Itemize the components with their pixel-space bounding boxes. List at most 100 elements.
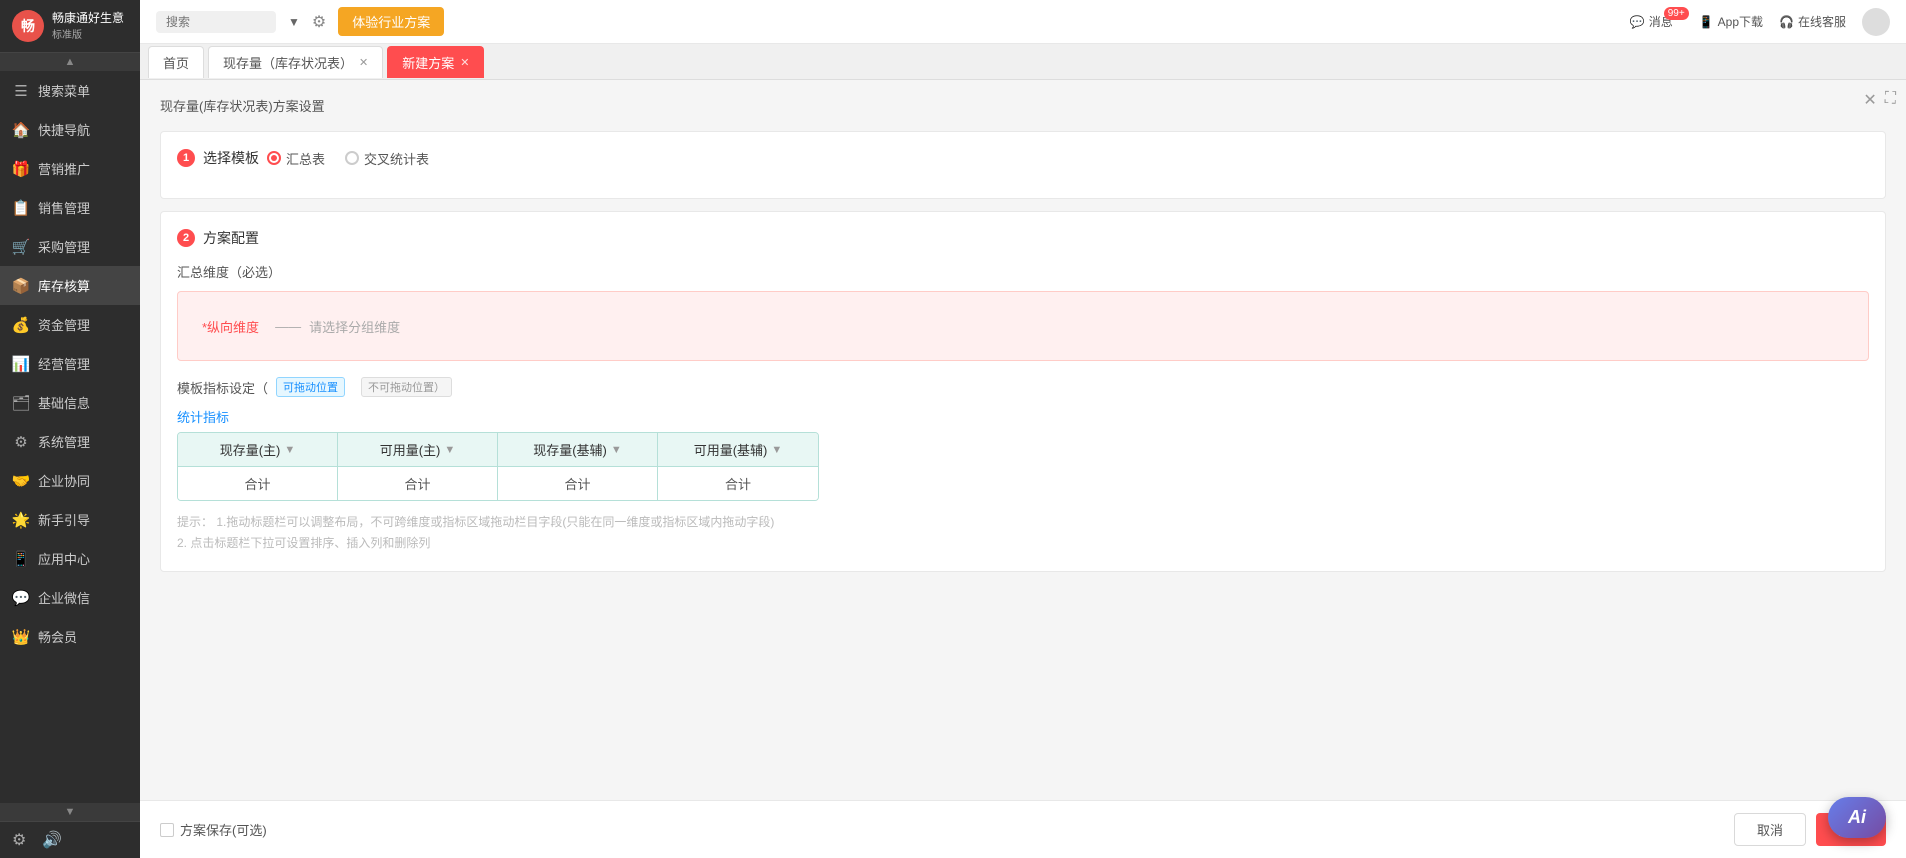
inventory-icon: 📦 (12, 277, 30, 295)
hint-1: 提示： 1.拖动标题栏可以调整布局，不可跨维度或指标区域拖动栏目字段(只能在同一… (177, 513, 1869, 530)
sidebar-item-label: 基础信息 (38, 393, 90, 412)
sidebar-item-search-menu[interactable]: ☰ 搜索菜单 (0, 71, 140, 110)
hints-section: 提示： 1.拖动标题栏可以调整布局，不可跨维度或指标区域拖动栏目字段(只能在同一… (177, 513, 1869, 551)
radio-cross-label: 交叉统计表 (364, 149, 429, 168)
app-center-icon: 📱 (12, 550, 30, 568)
logo-name: 畅康通好生意 (52, 11, 124, 27)
sidebar-item-label: 搜索菜单 (38, 81, 90, 100)
new-guide-icon: 🌟 (12, 511, 30, 529)
stat-col-3-chevron[interactable]: ▼ (611, 444, 622, 456)
expand-icon[interactable]: ⛶ (1885, 90, 1896, 110)
message-button[interactable]: 💬 消息 99+ (1630, 13, 1683, 30)
stat-col-4-label: 可用量(基辅) (694, 440, 768, 459)
section-template: 1 选择模板 汇总表 交叉统计表 (160, 131, 1886, 199)
sidebar: 畅 畅康通好生意 标准版 ▲ ☰ 搜索菜单 🏠 快捷导航 🎁 营销推广 📋 销售… (0, 0, 140, 858)
app-download-icon: 📱 (1699, 15, 1714, 29)
topbar-dropdown-icon[interactable]: ▼ (288, 15, 300, 29)
stat-col-3-header[interactable]: 现存量(基辅) ▼ (498, 433, 657, 467)
stat-col-3-label: 现存量(基辅) (533, 440, 607, 459)
radio-summary[interactable]: 汇总表 (267, 149, 325, 168)
stat-col-2-chevron[interactable]: ▼ (444, 444, 455, 456)
sidebar-item-new-guide[interactable]: 🌟 新手引导 (0, 500, 140, 539)
save-checkbox[interactable] (160, 823, 174, 837)
sidebar-logo: 畅 畅康通好生意 标准版 (0, 0, 140, 53)
stat-col-3-body: 合计 (498, 467, 657, 500)
tab-new-scheme[interactable]: 新建方案 ✕ (387, 46, 484, 78)
sidebar-item-label: 应用中心 (38, 549, 90, 568)
sidebar-item-basic-info[interactable]: 🗂 基础信息 (0, 383, 140, 422)
content-controls: ✕ ⛶ (1863, 90, 1896, 110)
template-radio-group: 汇总表 交叉统计表 (267, 149, 1869, 168)
footer: 方案保存(可选) 取消 查询 (140, 800, 1906, 858)
message-icon: 💬 (1630, 15, 1645, 29)
dimension-placeholder: 请选择分组维度 (309, 317, 400, 336)
sidebar-item-finance[interactable]: 💰 资金管理 (0, 305, 140, 344)
cooperation-icon: 🤝 (12, 472, 30, 490)
sidebar-item-label: 畅会员 (38, 627, 77, 646)
app-download-button[interactable]: 📱 App下载 (1699, 13, 1763, 30)
close-window-icon[interactable]: ✕ (1863, 90, 1876, 110)
indicator-settings-label: 模板指标设定（ 可拖动位置 不可拖动位置） (177, 377, 1869, 397)
sidebar-scroll-down[interactable]: ▼ (0, 803, 140, 821)
sidebar-item-sales[interactable]: 📋 销售管理 (0, 188, 140, 227)
stat-col-4: 可用量(基辅) ▼ 合计 (658, 433, 818, 500)
online-service-button[interactable]: 🎧 在线客服 (1779, 13, 1846, 30)
basic-info-icon: 🗂 (12, 394, 30, 412)
sidebar-item-app-center[interactable]: 📱 应用中心 (0, 539, 140, 578)
ai-bubble[interactable]: Ai (1828, 797, 1886, 838)
sidebar-item-system[interactable]: ⚙ 系统管理 (0, 422, 140, 461)
section2-num: 2 (177, 229, 195, 247)
radio-summary-label: 汇总表 (286, 149, 325, 168)
service-label: 在线客服 (1798, 13, 1846, 30)
indicator-settings: 模板指标设定（ 可拖动位置 不可拖动位置） 统计指标 现存量(主) ▼ (177, 377, 1869, 501)
content-area: ✕ ⛶ 现存量(库存状况表)方案设置 1 选择模板 汇总表 交叉统计表 (140, 80, 1906, 800)
sidebar-item-cooperation[interactable]: 🤝 企业协同 (0, 461, 140, 500)
stat-col-2-header[interactable]: 可用量(主) ▼ (338, 433, 497, 467)
settings-icon[interactable]: ⚙ (12, 830, 26, 850)
stat-col-2-body: 合计 (338, 467, 497, 500)
sidebar-item-wechat[interactable]: 💬 企业微信 (0, 578, 140, 617)
search-input[interactable] (156, 11, 276, 33)
sidebar-item-quick-nav[interactable]: 🏠 快捷导航 (0, 110, 140, 149)
save-option[interactable]: 方案保存(可选) (160, 820, 267, 839)
sidebar-item-label: 系统管理 (38, 432, 90, 451)
stat-col-1-chevron[interactable]: ▼ (284, 444, 295, 456)
page-title: 现存量(库存状况表)方案设置 (160, 96, 1886, 115)
section-scheme-config: 2 方案配置 汇总维度（必选） *纵向维度 —— 请选择分组维度 模板指标设定（… (160, 211, 1886, 572)
sales-icon: 📋 (12, 199, 30, 217)
user-avatar[interactable] (1862, 8, 1890, 36)
sidebar-item-operation[interactable]: 📊 经营管理 (0, 344, 140, 383)
tab-home[interactable]: 首页 (148, 46, 204, 78)
trial-button[interactable]: 体验行业方案 (338, 7, 444, 36)
non-draggable-badge: 不可拖动位置） (361, 377, 452, 397)
stat-table-header: 现存量(主) ▼ 合计 可用量(主) ▼ 合计 (178, 433, 818, 500)
hint-2: 2. 点击标题栏下拉可设置排序、插入列和删除列 (177, 534, 1869, 551)
stat-col-1-header[interactable]: 现存量(主) ▼ (178, 433, 337, 467)
topbar-gear-icon[interactable]: ⚙ (312, 12, 326, 32)
tab-inventory-status[interactable]: 现存量（库存状况表） ✕ (208, 46, 383, 78)
tab-new-scheme-close[interactable]: ✕ (460, 56, 469, 69)
radio-cross[interactable]: 交叉统计表 (345, 149, 429, 168)
sidebar-item-marketing[interactable]: 🎁 营销推广 (0, 149, 140, 188)
tab-inventory-close[interactable]: ✕ (359, 56, 368, 69)
dimension-area[interactable]: *纵向维度 —— 请选择分组维度 (177, 291, 1869, 361)
sidebar-item-inventory[interactable]: 📦 库存核算 (0, 266, 140, 305)
sidebar-item-label: 销售管理 (38, 198, 90, 217)
sidebar-item-member[interactable]: 👑 畅会员 (0, 617, 140, 656)
stat-col-4-chevron[interactable]: ▼ (771, 444, 782, 456)
cancel-button[interactable]: 取消 (1734, 813, 1806, 846)
logo-sub: 标准版 (52, 26, 124, 41)
sidebar-item-purchase[interactable]: 🛒 采购管理 (0, 227, 140, 266)
sidebar-item-label: 企业微信 (38, 588, 90, 607)
sidebar-item-label: 快捷导航 (38, 120, 90, 139)
message-badge: 99+ (1664, 7, 1689, 20)
stat-col-4-header[interactable]: 可用量(基辅) ▼ (658, 433, 818, 467)
tab-new-scheme-label: 新建方案 (402, 53, 454, 72)
sidebar-scroll-up[interactable]: ▲ (0, 53, 140, 71)
tab-home-label: 首页 (163, 53, 189, 72)
section2-header: 2 方案配置 (177, 228, 1869, 248)
section1-num: 1 (177, 149, 195, 167)
volume-icon[interactable]: 🔊 (42, 830, 62, 850)
sidebar-item-label: 营销推广 (38, 159, 90, 178)
indicator-label-text: 模板指标设定（ (177, 378, 268, 397)
